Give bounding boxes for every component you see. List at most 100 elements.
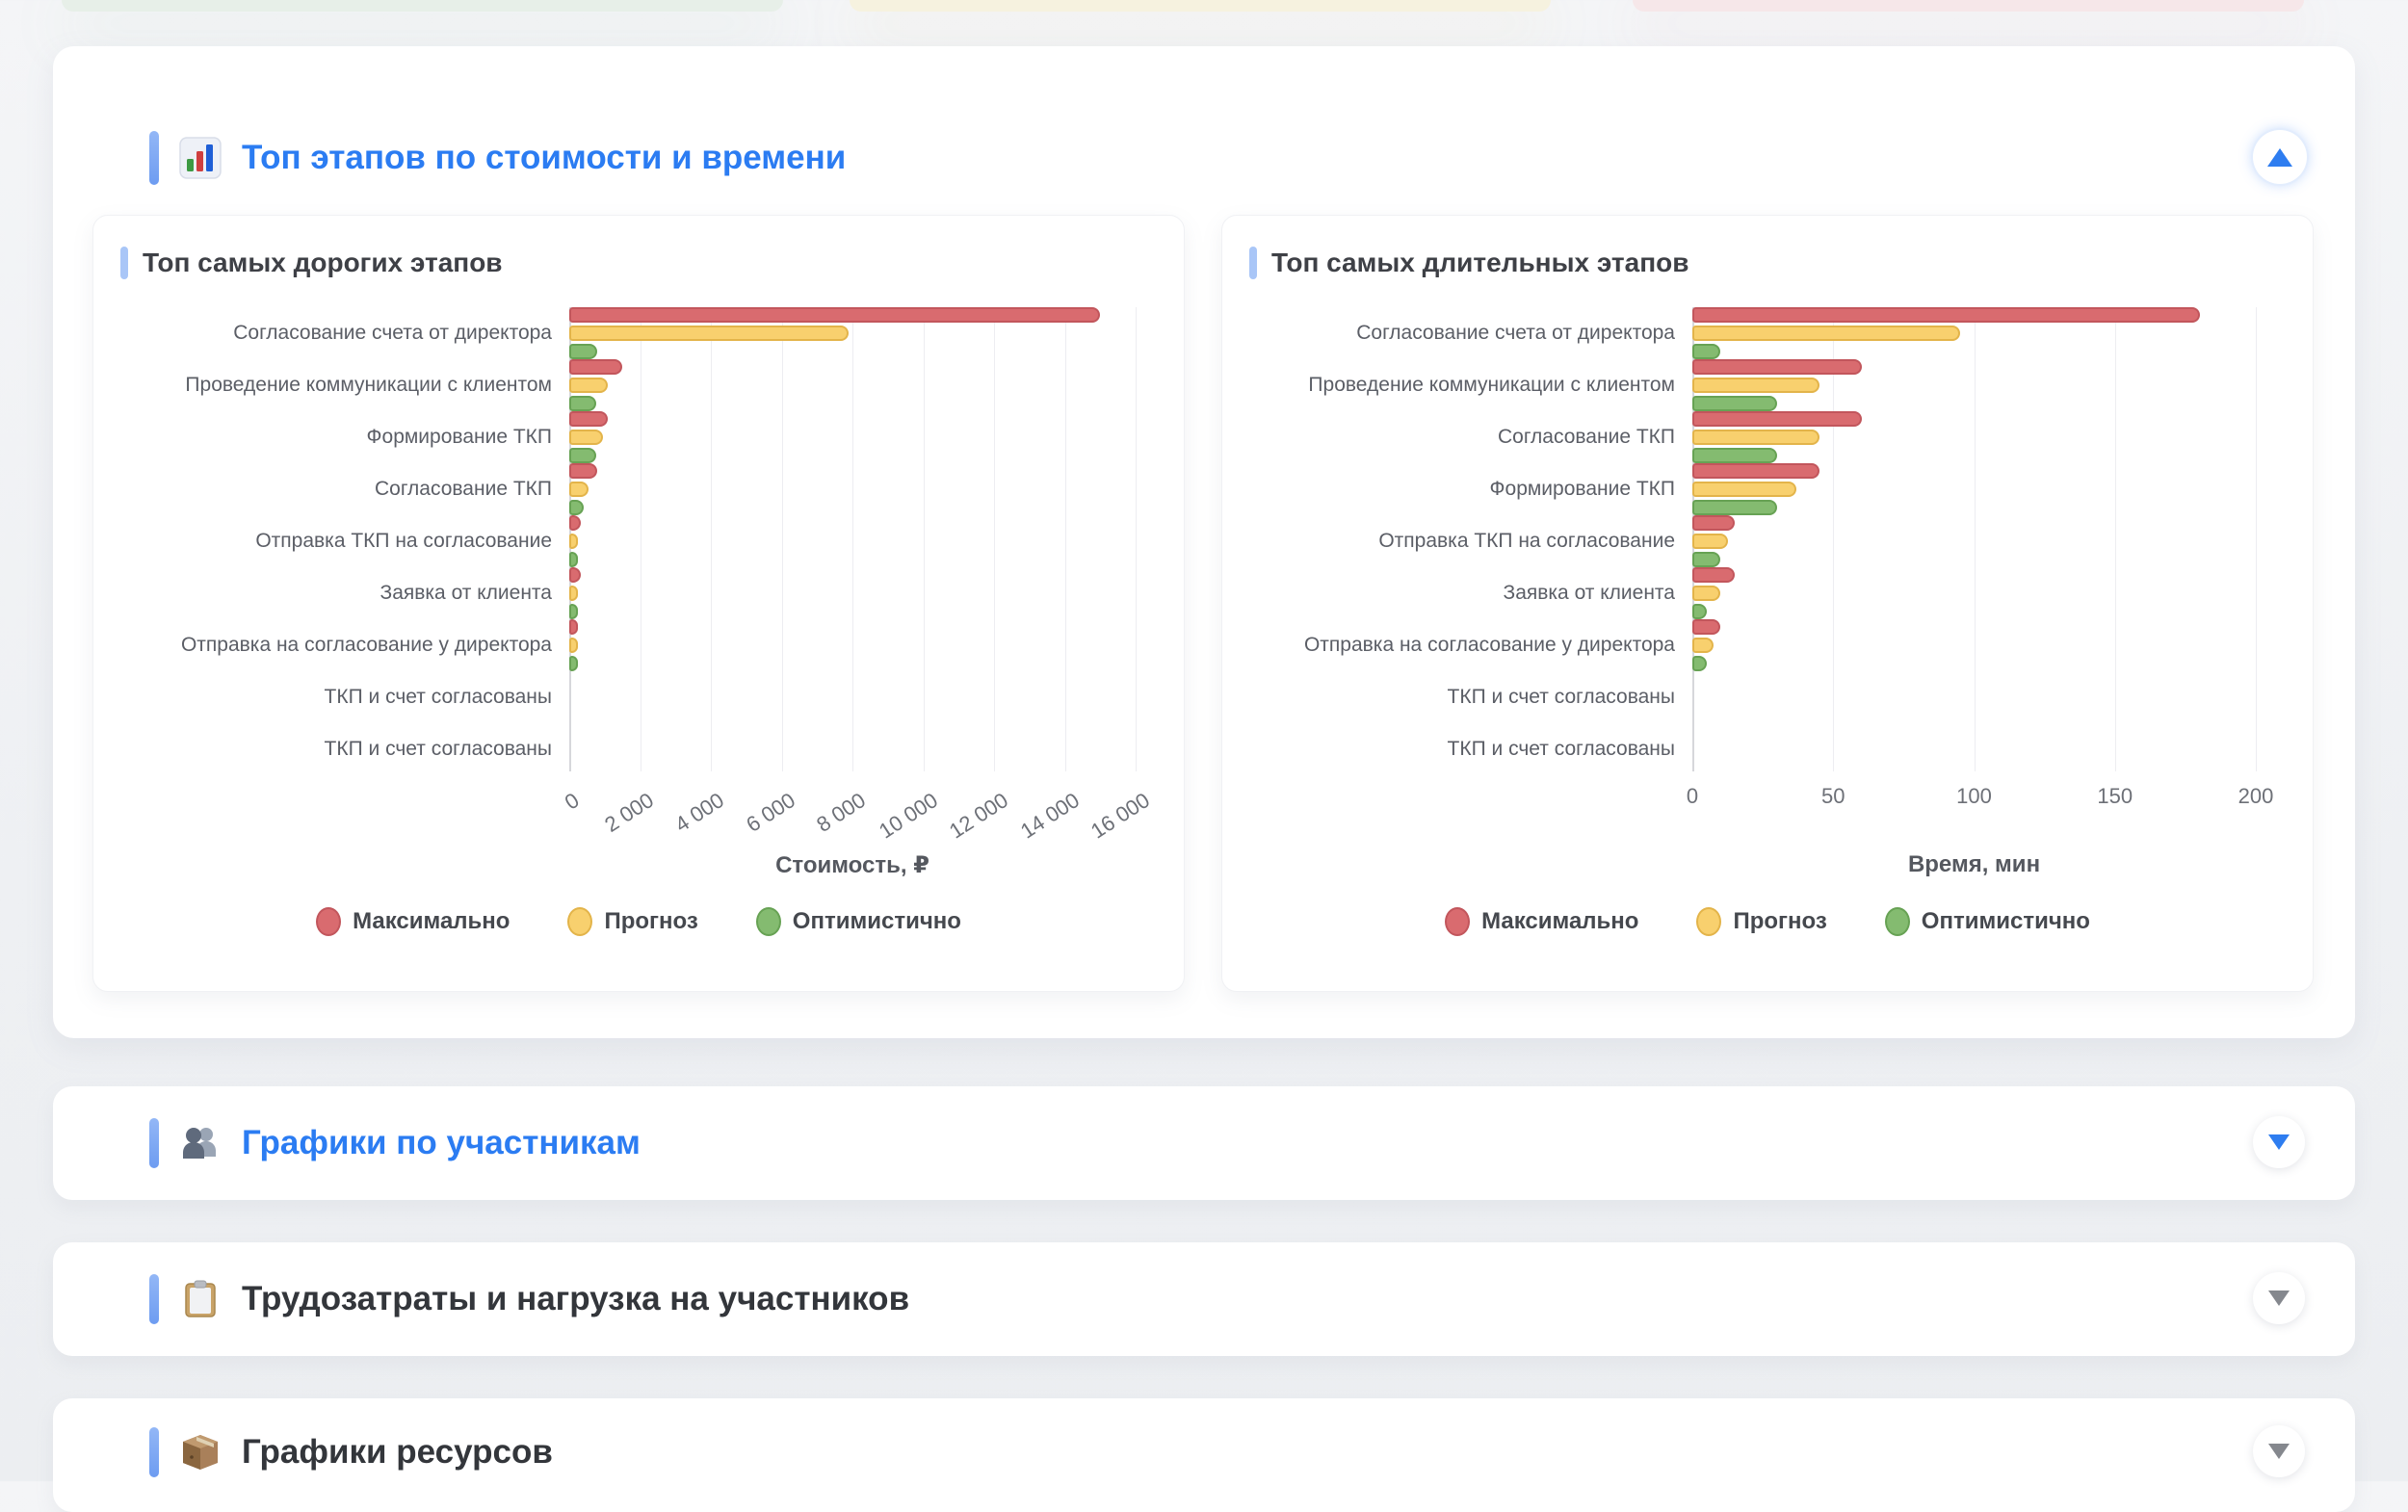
x-tick-label: 50 (1821, 784, 1845, 808)
bar-empty (1692, 671, 2256, 687)
bar-Прогноз (1692, 534, 1728, 549)
expand-section-button[interactable] (2253, 1116, 2305, 1168)
bar-empty (569, 723, 1136, 739)
package-icon (178, 1430, 222, 1474)
category-label: ТКП и счет согласованы (1447, 737, 1675, 760)
bar-Максимально (569, 619, 578, 635)
section-participants-card: Графики по участникам (53, 1086, 2355, 1200)
legend-item: Оптимистично (755, 907, 961, 936)
bar-Оптимистично (1692, 604, 1707, 619)
bar-empty (569, 708, 1136, 723)
bar-Максимально (569, 359, 623, 375)
bar-empty (1692, 742, 2256, 757)
chart-row: Отправка на согласование у директора (120, 619, 1136, 671)
chart-row: ТКП и счет согласованы (120, 723, 1136, 775)
gridline (1136, 307, 1137, 771)
legend-marker (755, 907, 781, 936)
bar-Оптимистично (569, 656, 578, 671)
triangle-down-icon (2268, 1290, 2290, 1306)
section-header-resources[interactable]: Графики ресурсов (149, 1425, 553, 1479)
legend-item: Прогноз (1696, 907, 1827, 936)
bar-Максимально (1692, 359, 1862, 375)
legend-marker (1884, 907, 1910, 936)
section-header-workload[interactable]: Трудозатраты и нагрузка на участников (149, 1272, 909, 1326)
chart-title: Топ самых дорогих этапов (143, 248, 503, 277)
x-tick-label: 150 (2097, 784, 2133, 808)
bar-empty (569, 760, 1136, 775)
bar-Оптимистично (1692, 344, 1721, 359)
category-label: Заявка от клиента (380, 581, 552, 604)
chart-row: Согласование счета от директора (1249, 307, 2256, 359)
category-label: Отправка ТКП на согласование (255, 529, 552, 552)
bar-Прогноз (1692, 638, 1714, 653)
chart-title-row: Топ самых длительных этапов (1249, 247, 1688, 279)
bar-Прогноз (1692, 430, 1819, 445)
bar-Оптимистично (1692, 500, 1777, 515)
category-label: Согласование счета от директора (1356, 321, 1675, 344)
category-label: Отправка ТКП на согласование (1378, 529, 1675, 552)
x-axis-title: Стоимость, ₽ (775, 852, 929, 878)
chart-row: Проведение коммуникации с клиентом (120, 359, 1136, 411)
x-tick-label: 200 (2238, 784, 2274, 808)
chart-title: Топ самых длительных этапов (1271, 248, 1689, 277)
chart-row: Формирование ТКП (1249, 463, 2256, 515)
expand-section-button[interactable] (2253, 1425, 2305, 1477)
accent-pill-small (1249, 247, 1257, 279)
accent-pill (149, 131, 159, 185)
gridline (2256, 307, 2257, 771)
category-label: Формирование ТКП (1489, 477, 1675, 500)
section-title: Графики по участникам (242, 1124, 641, 1161)
legend-label: Максимально (353, 908, 510, 934)
x-tick-label: 0 (1686, 784, 1699, 808)
bar-Оптимистично (569, 604, 578, 619)
chart-row: Отправка на согласование у директора (1249, 619, 2256, 671)
bar-Оптимистично (569, 344, 598, 359)
x-tick-label: 16 000 (1086, 788, 1154, 844)
bar-Максимально (569, 463, 598, 479)
x-tick-label: 6 000 (741, 788, 799, 837)
x-tick-label: 4 000 (670, 788, 729, 837)
x-tick-label: 8 000 (812, 788, 871, 837)
bar-Максимально (1692, 619, 1721, 635)
bar-Прогноз (1692, 326, 1960, 341)
people-icon (178, 1121, 222, 1165)
bar-Максимально (1692, 411, 1862, 427)
bar-Оптимистично (1692, 396, 1777, 411)
section-title: Графики ресурсов (242, 1433, 553, 1471)
chart-row: Формирование ТКП (120, 411, 1136, 463)
chart-row: Проведение коммуникации с клиентом (1249, 359, 2256, 411)
category-label: Проведение коммуникации с клиентом (185, 373, 552, 396)
bar-Максимально (569, 567, 582, 583)
bar-Прогноз (569, 638, 578, 653)
section-resources-card: Графики ресурсов (53, 1398, 2355, 1512)
bar-Оптимистично (569, 448, 596, 463)
bar-Оптимистично (569, 552, 578, 567)
bar-Прогноз (569, 586, 578, 601)
bar-empty (1692, 723, 2256, 739)
section-header-participants[interactable]: Графики по участникам (149, 1116, 641, 1170)
bar-Максимально (1692, 307, 2200, 323)
bar-Оптимистично (1692, 448, 1777, 463)
bar-empty (569, 671, 1136, 687)
collapse-section-button[interactable] (2253, 130, 2307, 184)
bar-empty (569, 690, 1136, 705)
category-label: Отправка на согласование у директора (1303, 633, 1675, 656)
x-tick-label: 12 000 (944, 788, 1012, 844)
legend-marker (1696, 907, 1722, 936)
chart-row: Заявка от клиента (1249, 567, 2256, 619)
bar-empty (1692, 690, 2256, 705)
clipboard-icon (178, 1277, 222, 1321)
section-title: Трудозатраты и нагрузка на участников (242, 1280, 910, 1317)
bar-Оптимистично (1692, 552, 1721, 567)
accent-pill (149, 1118, 159, 1168)
chart-row: ТКП и счет согласованы (1249, 723, 2256, 775)
legend-marker (1445, 907, 1471, 936)
bar-Максимально (569, 307, 1101, 323)
bar-Прогноз (569, 430, 603, 445)
accent-pill (149, 1427, 159, 1477)
triangle-down-icon (2268, 1134, 2290, 1150)
section-header-top-stages[interactable]: Топ этапов по стоимости и времени (149, 131, 846, 185)
legend-marker (567, 907, 593, 936)
expand-section-button[interactable] (2253, 1272, 2305, 1324)
legend-item: Максимально (316, 907, 510, 936)
